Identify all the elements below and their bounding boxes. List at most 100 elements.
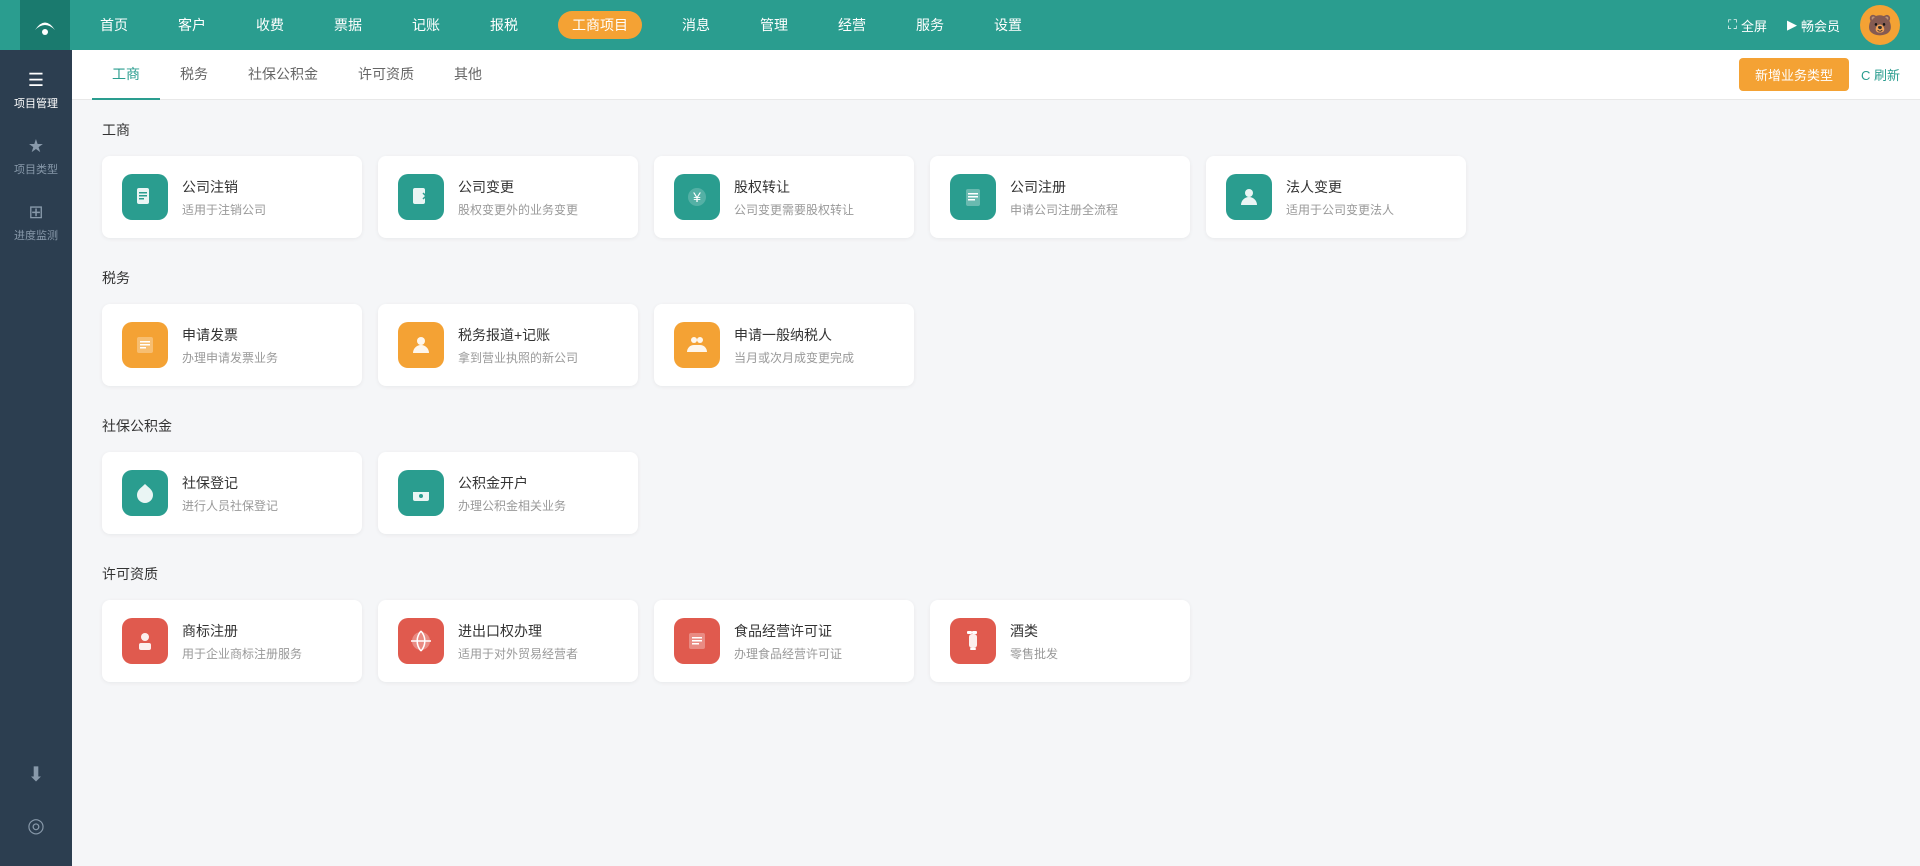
social-cards-grid: 社保登记 进行人员社保登记 公积金开户 办理公积金相关业务	[102, 452, 1890, 534]
food-license-desc: 办理食品经营许可证	[734, 645, 894, 662]
company-change-title: 公司变更	[458, 177, 618, 197]
vip-button[interactable]: ▶ 畅会员	[1787, 16, 1840, 35]
mascot-avatar: 🐻	[1860, 5, 1900, 45]
license-cards-grid: 商标注册 用于企业商标注册服务 进出口权办理 适用于对外贸易经营者	[102, 600, 1890, 682]
import-export-desc: 适用于对外贸易经营者	[458, 645, 618, 662]
social-insurance-reg-title: 社保登记	[182, 473, 342, 493]
tax-cards-grid: 申请发票 办理申请发票业务 税务报道+记账 拿到营业执照的新公司	[102, 304, 1890, 386]
apply-invoice-title: 申请发票	[182, 325, 342, 345]
nav-right: ⛶ 全屏 ▶ 畅会员 🐻	[1728, 5, 1900, 45]
project-mgmt-icon: ☰	[28, 70, 44, 91]
import-export-title: 进出口权办理	[458, 621, 618, 641]
apply-invoice-icon	[122, 322, 168, 368]
fullscreen-button[interactable]: ⛶ 全屏	[1728, 16, 1767, 35]
equity-transfer-info: 股权转让 公司变更需要股权转让	[734, 177, 894, 218]
card-apply-general-taxpayer[interactable]: 申请一般纳税人 当月或次月成变更完成	[654, 304, 914, 386]
company-change-icon	[398, 174, 444, 220]
card-trademark-reg[interactable]: 商标注册 用于企业商标注册服务	[102, 600, 362, 682]
license-section-title: 许可资质	[102, 564, 1890, 584]
card-company-cancel[interactable]: 公司注销 适用于注销公司	[102, 156, 362, 238]
nav-item-invoice[interactable]: 票据	[324, 11, 372, 39]
nav-item-service[interactable]: 服务	[906, 11, 954, 39]
progress-monitor-icon: ⊞	[28, 202, 43, 223]
card-company-change[interactable]: 公司变更 股权变更外的业务变更	[378, 156, 638, 238]
nav-item-fee[interactable]: 收费	[246, 11, 294, 39]
sidebar-item-progress-monitor[interactable]: ⊞ 进度监测	[2, 192, 70, 253]
main-layout: ☰ 项目管理 ★ 项目类型 ⊞ 进度监测 ⬇ ◎ 工商 税务 社保公积金 许可资…	[0, 50, 1920, 866]
sidebar-item-project-mgmt[interactable]: ☰ 项目管理	[2, 60, 70, 121]
import-export-icon	[398, 618, 444, 664]
tab-biz[interactable]: 工商	[92, 50, 160, 100]
card-social-insurance-reg[interactable]: 社保登记 进行人员社保登记	[102, 452, 362, 534]
company-cancel-info: 公司注销 适用于注销公司	[182, 177, 342, 218]
provident-fund-open-info: 公积金开户 办理公积金相关业务	[458, 473, 618, 514]
trademark-reg-icon	[122, 618, 168, 664]
nav-item-settings[interactable]: 设置	[984, 11, 1032, 39]
company-cancel-title: 公司注销	[182, 177, 342, 197]
company-register-info: 公司注册 申请公司注册全流程	[1010, 177, 1170, 218]
company-register-icon	[950, 174, 996, 220]
tab-tax[interactable]: 税务	[160, 50, 228, 100]
company-cancel-desc: 适用于注销公司	[182, 201, 342, 218]
trademark-reg-desc: 用于企业商标注册服务	[182, 645, 342, 662]
alcohol-title: 酒类	[1010, 621, 1170, 641]
project-type-icon: ★	[28, 136, 44, 157]
social-section-title: 社保公积金	[102, 416, 1890, 436]
tax-section-title: 税务	[102, 268, 1890, 288]
card-provident-fund-open[interactable]: 公积金开户 办理公积金相关业务	[378, 452, 638, 534]
nav-item-home[interactable]: 首页	[90, 11, 138, 39]
tab-actions: 新增业务类型 C 刷新	[1739, 58, 1900, 91]
nav-item-customer[interactable]: 客户	[168, 11, 216, 39]
legal-change-info: 法人变更 适用于公司变更法人	[1286, 177, 1446, 218]
card-tax-report-accounting[interactable]: 税务报道+记账 拿到营业执照的新公司	[378, 304, 638, 386]
card-alcohol[interactable]: 酒类 零售批发	[930, 600, 1190, 682]
apply-general-taxpayer-info: 申请一般纳税人 当月或次月成变更完成	[734, 325, 894, 366]
company-register-title: 公司注册	[1010, 177, 1170, 197]
sidebar-bottom: ⬇ ◎	[19, 754, 52, 856]
scroll-content[interactable]: 工商 公司注销 适用于注销公司	[72, 100, 1920, 866]
trademark-reg-info: 商标注册 用于企业商标注册服务	[182, 621, 342, 662]
download-button[interactable]: ⬇	[20, 754, 53, 795]
company-change-info: 公司变更 股权变更外的业务变更	[458, 177, 618, 218]
card-equity-transfer[interactable]: ¥ 股权转让 公司变更需要股权转让	[654, 156, 914, 238]
nav-item-accounting[interactable]: 记账	[402, 11, 450, 39]
provident-fund-open-icon	[398, 470, 444, 516]
nav-item-message[interactable]: 消息	[672, 11, 720, 39]
location-button[interactable]: ◎	[19, 805, 52, 846]
card-apply-invoice[interactable]: 申请发票 办理申请发票业务	[102, 304, 362, 386]
equity-transfer-title: 股权转让	[734, 177, 894, 197]
biz-section-title: 工商	[102, 120, 1890, 140]
nav-item-tax[interactable]: 报税	[480, 11, 528, 39]
top-nav: 首页 客户 收费 票据 记账 报税 工商项目 消息 管理 经营 服务 设置 ⛶ …	[0, 0, 1920, 50]
card-food-license[interactable]: 食品经营许可证 办理食品经营许可证	[654, 600, 914, 682]
trademark-reg-title: 商标注册	[182, 621, 342, 641]
company-change-desc: 股权变更外的业务变更	[458, 201, 618, 218]
logo	[20, 0, 70, 50]
social-insurance-reg-icon	[122, 470, 168, 516]
apply-general-taxpayer-desc: 当月或次月成变更完成	[734, 349, 894, 366]
provident-fund-open-title: 公积金开户	[458, 473, 618, 493]
nav-items: 首页 客户 收费 票据 记账 报税 工商项目 消息 管理 经营 服务 设置	[90, 11, 1728, 39]
nav-item-management[interactable]: 管理	[750, 11, 798, 39]
nav-item-bizproject[interactable]: 工商项目	[558, 11, 642, 39]
new-type-button[interactable]: 新增业务类型	[1739, 58, 1849, 91]
sidebar: ☰ 项目管理 ★ 项目类型 ⊞ 进度监测 ⬇ ◎	[0, 50, 72, 866]
apply-general-taxpayer-icon	[674, 322, 720, 368]
sidebar-item-project-type[interactable]: ★ 项目类型	[2, 126, 70, 187]
card-import-export[interactable]: 进出口权办理 适用于对外贸易经营者	[378, 600, 638, 682]
social-insurance-reg-desc: 进行人员社保登记	[182, 497, 342, 514]
tab-social[interactable]: 社保公积金	[228, 50, 338, 100]
card-company-register[interactable]: 公司注册 申请公司注册全流程	[930, 156, 1190, 238]
card-legal-change[interactable]: 法人变更 适用于公司变更法人	[1206, 156, 1466, 238]
tax-section: 税务 申请发票 办理申请发票业务	[102, 268, 1890, 386]
tab-license[interactable]: 许可资质	[338, 50, 434, 100]
license-section: 许可资质 商标注册 用于企业商标注册服务	[102, 564, 1890, 682]
tab-bar: 工商 税务 社保公积金 许可资质 其他 新增业务类型 C 刷新	[72, 50, 1920, 100]
nav-item-operation[interactable]: 经营	[828, 11, 876, 39]
company-cancel-icon	[122, 174, 168, 220]
apply-invoice-info: 申请发票 办理申请发票业务	[182, 325, 342, 366]
refresh-button[interactable]: C 刷新	[1861, 65, 1900, 84]
tab-other[interactable]: 其他	[434, 50, 502, 100]
legal-change-icon	[1226, 174, 1272, 220]
company-register-desc: 申请公司注册全流程	[1010, 201, 1170, 218]
